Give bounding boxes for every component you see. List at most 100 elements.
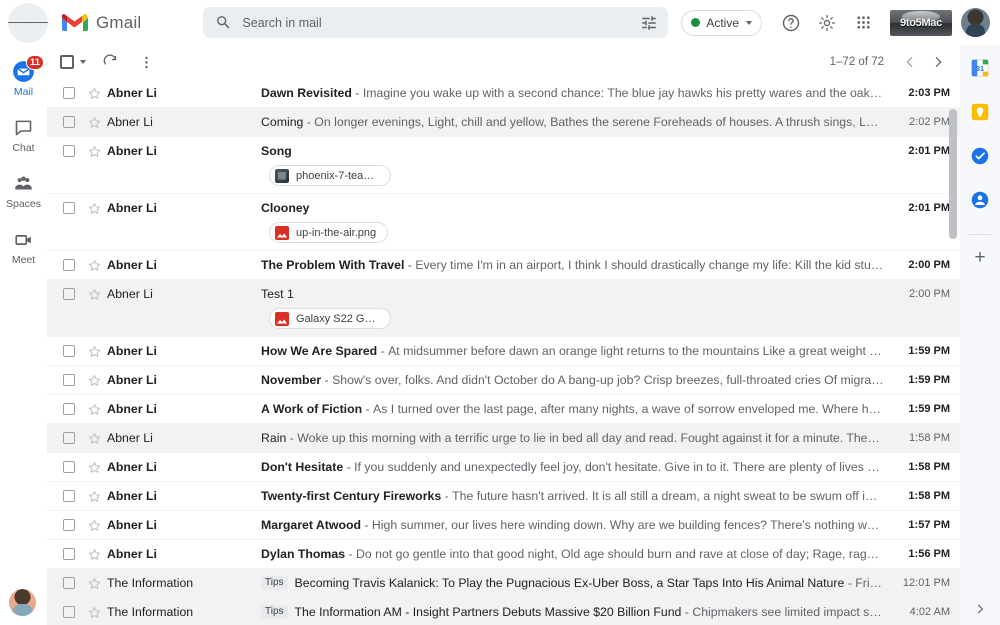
chevron-down-icon[interactable] — [80, 60, 86, 64]
table-row[interactable]: Abner Li Rain - Woke up this morning with… — [47, 424, 960, 453]
chevron-right-icon[interactable] — [960, 602, 1000, 616]
email-snippet: - As I turned over the last page, after … — [365, 402, 884, 416]
star-icon[interactable] — [81, 337, 107, 365]
row-select-checkbox[interactable] — [57, 511, 81, 539]
row-select-checkbox[interactable] — [57, 482, 81, 510]
pagination: 1–72 of 72 — [830, 48, 952, 76]
chevron-left-icon[interactable] — [896, 48, 924, 76]
email-subject: Margaret Atwood — [261, 518, 361, 532]
table-row[interactable]: Abner Li Dawn Revisited - Imagine you wak… — [47, 79, 960, 108]
star-icon[interactable] — [81, 108, 107, 136]
row-select-checkbox[interactable] — [57, 395, 81, 423]
checkbox-box-icon — [63, 490, 75, 502]
star-icon[interactable] — [81, 194, 107, 222]
table-row[interactable]: Abner Li Clooney up-in-the-air.png 2:01 PM — [47, 194, 960, 251]
star-icon[interactable] — [81, 280, 107, 308]
attachment-chip[interactable]: phoenix-7-tease… — [269, 165, 391, 186]
select-all-checkbox[interactable] — [57, 52, 89, 72]
search-bar[interactable] — [203, 7, 669, 38]
table-row[interactable]: Abner Li The Problem With Travel - Every … — [47, 251, 960, 280]
star-icon[interactable] — [81, 79, 107, 107]
row-select-checkbox[interactable] — [57, 424, 81, 452]
email-sender: Abner Li — [107, 431, 153, 445]
star-icon[interactable] — [81, 366, 107, 394]
tune-filter-icon[interactable] — [638, 14, 660, 32]
star-icon[interactable] — [81, 540, 107, 568]
table-row[interactable]: Abner Li A Work of Fiction - As I turned … — [47, 395, 960, 424]
star-icon[interactable] — [81, 511, 107, 539]
sidebar-item-meet[interactable]: Meet — [0, 222, 47, 270]
search-input[interactable] — [242, 15, 639, 30]
sidebar-item-chat[interactable]: Chat — [0, 110, 47, 158]
row-select-checkbox[interactable] — [57, 598, 81, 625]
row-select-checkbox[interactable] — [57, 251, 81, 279]
checkbox-box-icon — [60, 55, 74, 69]
table-row[interactable]: Abner Li How We Are Spared - At midsummer… — [47, 337, 960, 366]
gear-icon[interactable] — [810, 6, 844, 40]
apps-grid-icon[interactable] — [846, 6, 880, 40]
row-select-checkbox[interactable] — [57, 569, 81, 597]
status-label: Active — [706, 15, 739, 30]
contacts-icon[interactable] — [968, 188, 992, 212]
table-row[interactable]: Abner Li Don't Hesitate - If you suddenly… — [47, 453, 960, 482]
email-content: The Problem With Travel - Every time I'm… — [261, 251, 896, 279]
email-sender: Abner Li — [107, 344, 157, 358]
mail-icon: 11 — [0, 55, 47, 84]
user-avatar[interactable] — [9, 589, 36, 616]
avatar[interactable] — [961, 8, 990, 37]
scrollbar-thumb[interactable] — [949, 109, 957, 239]
email-label-chip[interactable]: Tips — [261, 605, 288, 619]
table-row[interactable]: The Information Tips Becoming Travis Kalan… — [47, 569, 960, 598]
list-scrollbar[interactable] — [949, 79, 957, 625]
star-icon[interactable] — [81, 424, 107, 452]
keep-icon[interactable] — [968, 100, 992, 124]
row-select-checkbox[interactable] — [57, 366, 81, 394]
table-row[interactable]: The Information Tips The Information AM - … — [47, 598, 960, 625]
sidebar-item-mail[interactable]: 11 Mail — [0, 54, 47, 102]
calendar-icon[interactable]: 31 — [968, 56, 992, 80]
table-row[interactable]: Abner Li Dylan Thomas - Do not go gentle … — [47, 540, 960, 569]
email-subject: November — [261, 373, 322, 387]
row-select-checkbox[interactable] — [57, 540, 81, 568]
star-icon[interactable] — [81, 482, 107, 510]
site-logo-badge[interactable]: 9to5Mac — [890, 9, 952, 36]
star-icon[interactable] — [81, 395, 107, 423]
email-subject: How We Are Spared — [261, 344, 378, 358]
email-label-chip[interactable]: Tips — [261, 576, 288, 590]
refresh-icon[interactable] — [95, 47, 125, 77]
gmail-logo[interactable]: Gmail — [62, 13, 141, 33]
row-select-checkbox[interactable] — [57, 79, 81, 107]
status-badge[interactable]: Active — [681, 9, 762, 36]
email-content: Dylan Thomas - Do not go gentle into tha… — [261, 540, 896, 568]
sidebar-item-label: Spaces — [5, 198, 42, 210]
row-select-checkbox[interactable] — [57, 194, 81, 222]
attachment-chip[interactable]: up-in-the-air.png — [269, 222, 389, 243]
attachment-chip[interactable]: Galaxy S22 Goo… — [269, 308, 391, 329]
table-row[interactable]: Abner Li Margaret Atwood - High summer, o… — [47, 511, 960, 540]
email-subject: Twenty-first Century Fireworks — [261, 489, 442, 503]
tasks-icon[interactable] — [968, 144, 992, 168]
help-circle-icon[interactable] — [774, 6, 808, 40]
more-vertical-icon[interactable] — [131, 47, 161, 77]
row-select-checkbox[interactable] — [57, 453, 81, 481]
email-content: Tips The Information AM - Insight Partner… — [261, 598, 896, 625]
add-addon-button[interactable]: + — [974, 248, 985, 267]
table-row[interactable]: Abner Li Song phoenix-7-tease… 2:01 PM — [47, 137, 960, 194]
table-row[interactable]: Abner Li Test 1 Galaxy S22 Goo… 2:00 PM — [47, 280, 960, 337]
row-select-checkbox[interactable] — [57, 108, 81, 136]
attachment-name: up-in-the-air.png — [296, 226, 377, 239]
table-row[interactable]: Abner Li Coming - On longer evenings, Lig… — [47, 108, 960, 137]
table-row[interactable]: Abner Li November - Show's over, folks. A… — [47, 366, 960, 395]
sidebar-item-spaces[interactable]: Spaces — [0, 166, 47, 214]
star-icon[interactable] — [81, 251, 107, 279]
star-icon[interactable] — [81, 137, 107, 165]
table-row[interactable]: Abner Li Twenty-first Century Fireworks -… — [47, 482, 960, 511]
row-select-checkbox[interactable] — [57, 337, 81, 365]
row-select-checkbox[interactable] — [57, 137, 81, 165]
star-icon[interactable] — [81, 569, 107, 597]
chevron-right-icon[interactable] — [924, 48, 952, 76]
hamburger-icon[interactable] — [8, 2, 48, 43]
star-icon[interactable] — [81, 453, 107, 481]
row-select-checkbox[interactable] — [57, 280, 81, 308]
star-icon[interactable] — [81, 598, 107, 625]
